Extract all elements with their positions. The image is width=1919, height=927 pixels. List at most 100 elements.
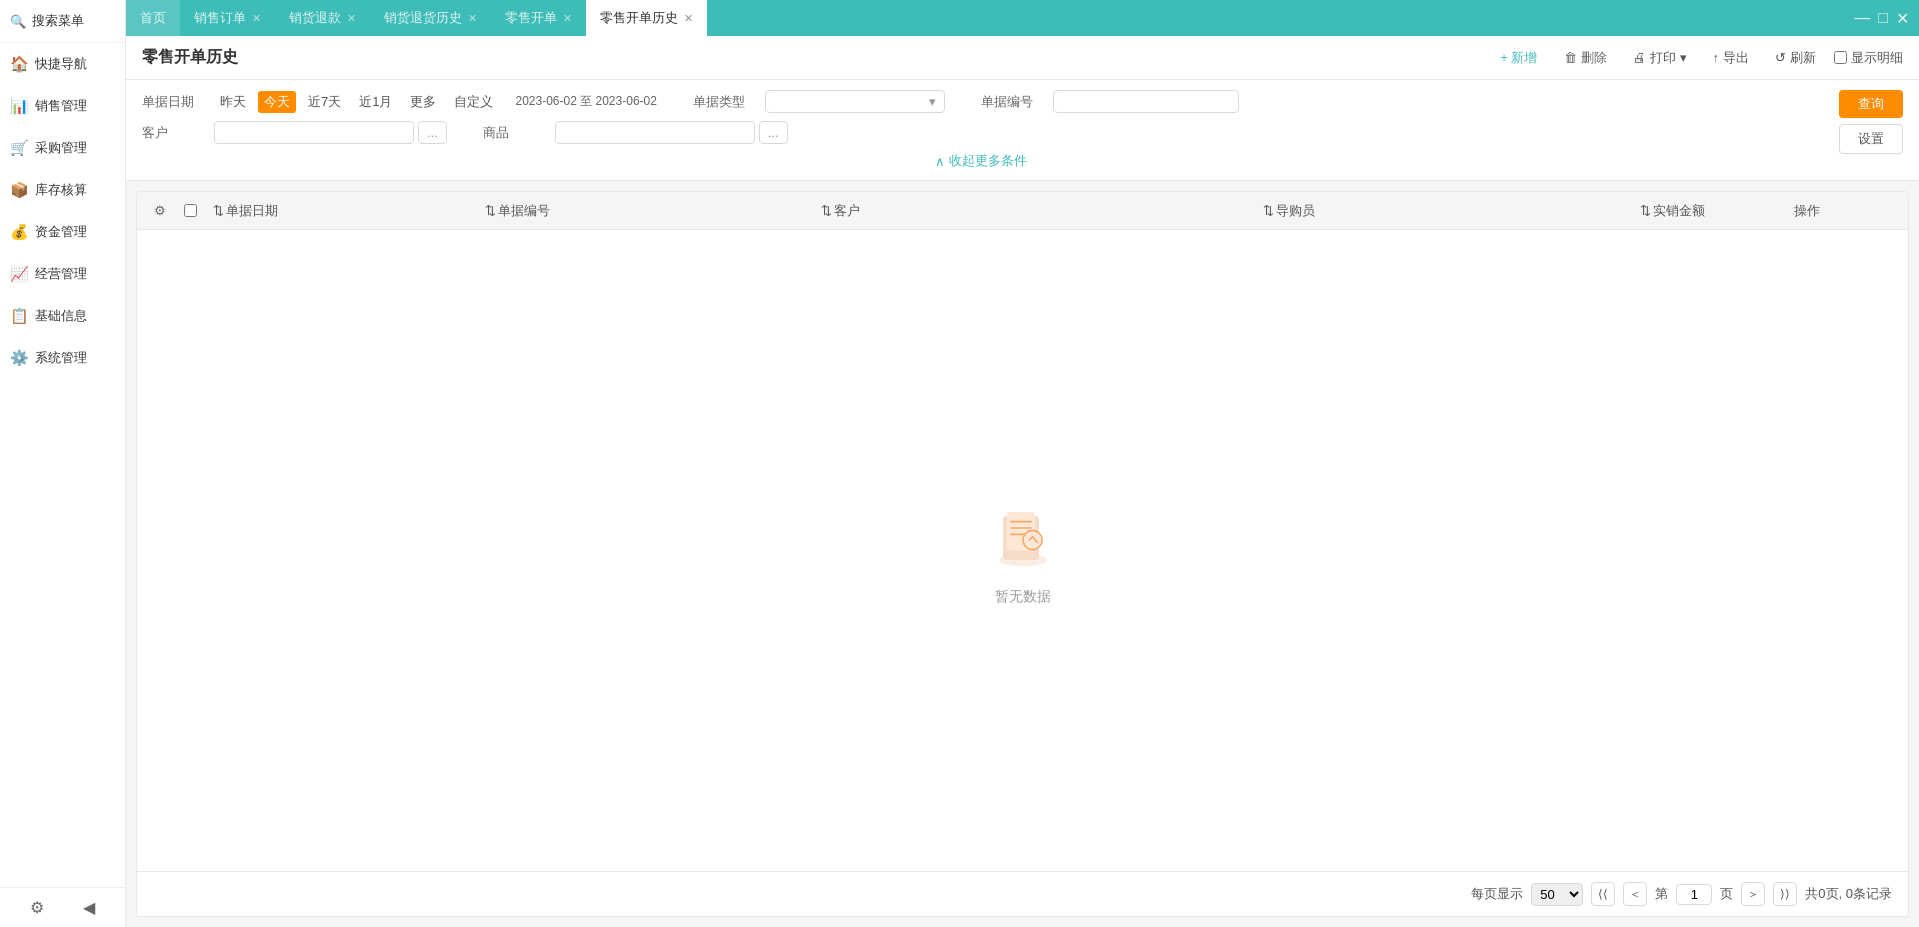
tabs-right-controls: — □ ✕ xyxy=(1854,9,1919,28)
sidebar-item-label: 销售管理 xyxy=(35,97,87,115)
date-btn-more[interactable]: 更多 xyxy=(404,91,442,113)
refresh-icon: ↺ xyxy=(1775,50,1786,65)
th-sort-icon: ⇅ xyxy=(485,203,496,218)
per-page-select[interactable]: 10 20 50 100 xyxy=(1531,883,1583,906)
date-btn-yesterday[interactable]: 昨天 xyxy=(214,91,252,113)
box-icon: 📦 xyxy=(10,181,29,199)
svg-point-6 xyxy=(1023,530,1042,549)
customer-filter-label: 客户 xyxy=(142,124,198,142)
filter-settings-button[interactable]: 设置 xyxy=(1839,124,1903,154)
collapse-arrow-icon: ∧ xyxy=(935,154,945,169)
select-all-checkbox[interactable] xyxy=(184,204,197,217)
toolbar-actions: + 新增 🗑 删除 🖨 打印 ▾ ↑ 导出 ↺ 刷新 显示明细 xyxy=(1492,45,1903,71)
page-number-input[interactable] xyxy=(1676,884,1712,905)
export-button[interactable]: ↑ 导出 xyxy=(1705,45,1758,71)
display-detail-input[interactable] xyxy=(1834,51,1847,64)
delete-button[interactable]: 🗑 删除 xyxy=(1556,45,1615,71)
sidebar-item-base-info[interactable]: 📋 基础信息 xyxy=(0,295,125,337)
print-button[interactable]: 🖨 打印 ▾ xyxy=(1625,45,1695,71)
date-btn-custom[interactable]: 自定义 xyxy=(448,91,499,113)
sidebar-item-inventory[interactable]: 📦 库存核算 xyxy=(0,169,125,211)
tab-retail-open[interactable]: 零售开单 ✕ xyxy=(491,0,586,36)
tab-home[interactable]: 首页 xyxy=(126,0,180,36)
th-action-label: 操作 xyxy=(1794,202,1820,220)
settings-icon[interactable]: ⚙ xyxy=(30,898,44,917)
th-no[interactable]: ⇅ 单据编号 xyxy=(477,202,813,220)
sidebar-item-label: 快捷导航 xyxy=(35,55,87,73)
table-container: ⚙ ⇅ 单据日期 ⇅ 单据编号 ⇅ 客户 ⇅ 导购员 ⇅ 实销金额 xyxy=(136,191,1909,917)
window-close-btn[interactable]: ✕ xyxy=(1896,9,1909,28)
th-customer[interactable]: ⇅ 客户 xyxy=(813,202,1255,220)
th-amount[interactable]: ⇅ 实销金额 xyxy=(1484,202,1713,220)
goods-filter-input[interactable] xyxy=(555,121,755,144)
th-checkbox[interactable] xyxy=(175,204,205,217)
sidebar-item-quick-nav[interactable]: 🏠 快捷导航 xyxy=(0,43,125,85)
tab-retail-open-history-label: 零售开单历史 xyxy=(600,9,678,27)
sidebar-menu: 🏠 快捷导航 📊 销售管理 🛒 采购管理 📦 库存核算 💰 资金管理 📈 经营管… xyxy=(0,43,125,887)
home-icon: 🏠 xyxy=(10,55,29,73)
collapse-more-area: ∧ 收起更多条件 xyxy=(142,152,1819,170)
tab-retail-open-close[interactable]: ✕ xyxy=(563,12,572,25)
tab-retail-open-history-close[interactable]: ✕ xyxy=(684,12,693,25)
sidebar-item-sys-mgmt[interactable]: ⚙️ 系统管理 xyxy=(0,337,125,379)
tab-retail-open-history[interactable]: 零售开单历史 ✕ xyxy=(586,0,707,36)
goods-ellipsis-btn[interactable]: ... xyxy=(759,121,788,144)
tab-sales-return-history[interactable]: 销货退货历史 ✕ xyxy=(370,0,491,36)
tab-sales-return-history-close[interactable]: ✕ xyxy=(468,12,477,25)
sidebar-search[interactable]: 🔍 搜索菜单 xyxy=(0,0,125,43)
sidebar-item-operations[interactable]: 📈 经营管理 xyxy=(0,253,125,295)
date-filter-label: 单据日期 xyxy=(142,93,198,111)
sidebar-item-label: 资金管理 xyxy=(35,223,87,241)
tab-sales-return-close[interactable]: ✕ xyxy=(347,12,356,25)
refresh-button[interactable]: ↺ 刷新 xyxy=(1767,45,1824,71)
th-action: 操作 xyxy=(1713,202,1900,220)
page-title: 零售开单历史 xyxy=(142,47,238,68)
tab-home-label: 首页 xyxy=(140,9,166,27)
table-settings-btn[interactable]: ⚙ xyxy=(145,203,175,218)
print-icon: 🖨 xyxy=(1633,50,1646,65)
next-page-btn[interactable]: ＞ xyxy=(1741,882,1765,906)
sidebar-item-sales-mgmt[interactable]: 📊 销售管理 xyxy=(0,85,125,127)
sidebar-item-purchase-mgmt[interactable]: 🛒 采购管理 xyxy=(0,127,125,169)
sidebar-item-finance[interactable]: 💰 资金管理 xyxy=(0,211,125,253)
type-filter-select[interactable]: ▾ xyxy=(765,90,945,113)
th-date-label: 单据日期 xyxy=(226,202,278,220)
prev-page-btn[interactable]: ＜ xyxy=(1623,882,1647,906)
sidebar-bottom: ⚙ ◀ xyxy=(0,887,125,927)
filter-row-1: 单据日期 昨天 今天 近7天 近1月 更多 自定义 2023-06-02 至 2… xyxy=(142,90,1819,113)
customer-ellipsis-btn[interactable]: ... xyxy=(418,121,447,144)
export-icon: ↑ xyxy=(1713,50,1720,65)
display-detail-checkbox[interactable]: 显示明细 xyxy=(1834,49,1903,67)
search-icon: 🔍 xyxy=(10,14,26,29)
window-minimize-btn[interactable]: — xyxy=(1854,9,1870,27)
date-btn-7days[interactable]: 近7天 xyxy=(302,91,347,113)
th-guide[interactable]: ⇅ 导购员 xyxy=(1255,202,1484,220)
add-button[interactable]: + 新增 xyxy=(1492,45,1545,71)
type-filter-arrow: ▾ xyxy=(929,94,936,109)
delete-label: 删除 xyxy=(1581,49,1607,67)
tab-sales-return[interactable]: 销货退款 ✕ xyxy=(275,0,370,36)
tab-sales-order-close[interactable]: ✕ xyxy=(252,12,261,25)
last-page-btn[interactable]: ⟩⟩ xyxy=(1773,882,1797,906)
cart-icon: 🛒 xyxy=(10,139,29,157)
page-label: 第 xyxy=(1655,885,1668,903)
collapse-btn[interactable]: ∧ 收起更多条件 xyxy=(935,152,1027,170)
table-header: ⚙ ⇅ 单据日期 ⇅ 单据编号 ⇅ 客户 ⇅ 导购员 ⇅ 实销金额 xyxy=(137,192,1908,230)
sidebar-item-label: 库存核算 xyxy=(35,181,87,199)
th-date[interactable]: ⇅ 单据日期 xyxy=(205,202,477,220)
th-no-label: 单据编号 xyxy=(498,202,550,220)
window-maximize-btn[interactable]: □ xyxy=(1878,9,1888,27)
delete-icon: 🗑 xyxy=(1564,50,1577,65)
export-label: 导出 xyxy=(1723,49,1749,67)
query-button[interactable]: 查询 xyxy=(1839,90,1903,118)
first-page-btn[interactable]: ⟨⟨ xyxy=(1591,882,1615,906)
th-sort-icon: ⇅ xyxy=(821,203,832,218)
th-sort-icon: ⇅ xyxy=(213,203,224,218)
tab-sales-order[interactable]: 销售订单 ✕ xyxy=(180,0,275,36)
date-btn-1month[interactable]: 近1月 xyxy=(353,91,398,113)
collapse-icon[interactable]: ◀ xyxy=(83,898,95,917)
goods-filter-label: 商品 xyxy=(483,124,539,142)
customer-filter-input[interactable] xyxy=(214,121,414,144)
date-btn-today[interactable]: 今天 xyxy=(258,91,296,113)
no-filter-input[interactable] xyxy=(1053,90,1239,113)
